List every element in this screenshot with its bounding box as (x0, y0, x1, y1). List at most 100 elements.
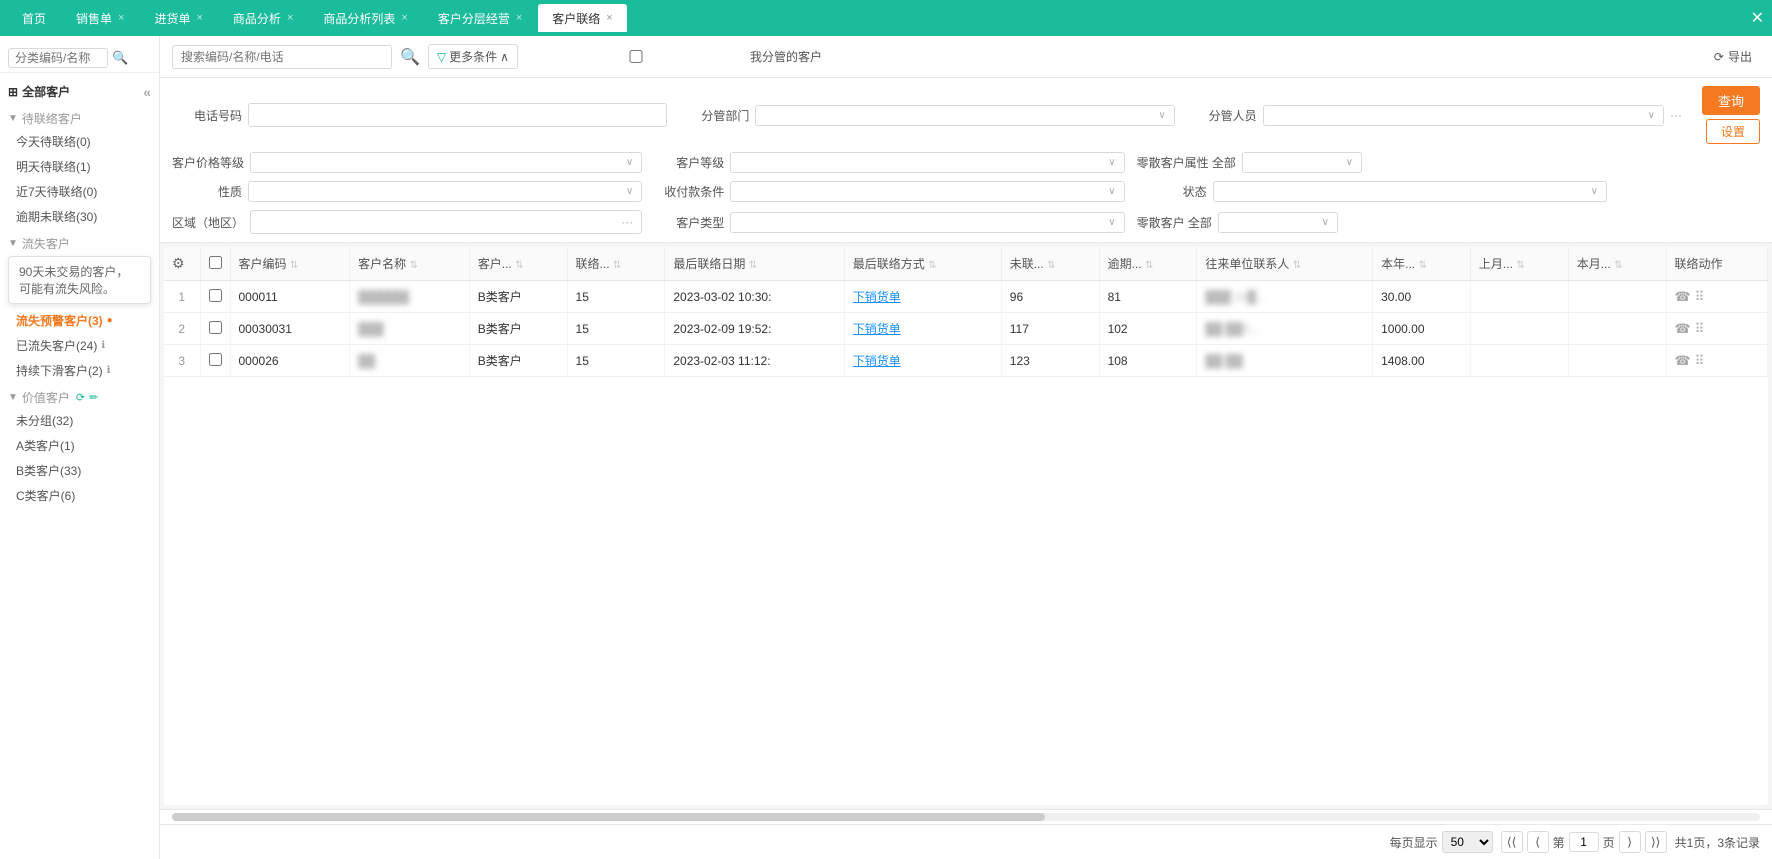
filter-select-region[interactable]: ··· (250, 210, 642, 234)
unit-contact-sort-icon[interactable]: ⇅ (1293, 260, 1301, 271)
col-gear[interactable]: ⚙ (164, 247, 200, 281)
row-action-contact-2[interactable]: ☎ (1675, 353, 1691, 369)
row-last-method-1[interactable]: 下销货单 (844, 313, 1001, 345)
sidebar-search-icon[interactable]: 🔍 (112, 50, 128, 66)
filter-select-customer-level[interactable]: ∨ (730, 152, 1124, 173)
last-month-sort-icon[interactable]: ⇅ (1516, 260, 1524, 271)
select-all-checkbox[interactable] (209, 256, 222, 269)
sidebar-item-class-a[interactable]: A类客户(1) (0, 433, 159, 458)
my-customers-checkbox[interactable] (526, 50, 746, 63)
filter-select-nature[interactable]: ∨ (248, 181, 642, 202)
row-action-2[interactable]: ☎ ⠿ (1666, 345, 1768, 377)
my-customers-checkbox-label[interactable]: 我分管的客户 (526, 48, 822, 65)
row-last-method-0[interactable]: 下销货单 (844, 281, 1001, 313)
code-sort-icon[interactable]: ⇅ (290, 260, 298, 271)
tab-analysis-list-close[interactable]: × (401, 12, 407, 24)
region-more-dots[interactable]: ··· (621, 215, 633, 229)
sidebar-item-declining[interactable]: 持续下滑客户(2) ℹ (0, 358, 159, 383)
per-page-select[interactable]: 50 100 200 (1442, 831, 1493, 853)
row-method-link-1[interactable]: 下销货单 (853, 322, 901, 336)
row-action-more-0[interactable]: ⠿ (1695, 289, 1705, 305)
first-page-btn[interactable]: ⟨⟨ (1501, 831, 1523, 853)
sidebar-item-overdue[interactable]: 逾期未联络(30) (0, 204, 159, 229)
sidebar-item-ungrouped[interactable]: 未分组(32) (0, 408, 159, 433)
last-page-btn[interactable]: ⟩⟩ (1645, 831, 1667, 853)
sidebar-item-churned[interactable]: 已流失客户(24) ℹ (0, 333, 159, 358)
name-sort-icon[interactable]: ⇅ (409, 260, 417, 271)
tab-purchase[interactable]: 进货单 × (140, 4, 216, 32)
row-checkbox-cell-2[interactable] (200, 345, 230, 377)
settings-btn[interactable]: 设置 (1706, 119, 1760, 144)
no-contact-sort-icon[interactable]: ⇅ (1047, 260, 1055, 271)
collapse-btn[interactable]: « (143, 84, 151, 100)
horizontal-scrollbar[interactable] (160, 809, 1772, 824)
col-checkbox-header[interactable] (200, 247, 230, 281)
sidebar-section-pending[interactable]: ▼ 待联络客户 (0, 104, 159, 129)
filter-select-customer-type[interactable]: ∨ (730, 212, 1124, 233)
sidebar-item-tomorrow[interactable]: 明天待联络(1) (0, 154, 159, 179)
filter-select-retail-customer[interactable]: ∨ (1218, 212, 1338, 233)
filter-select-dept[interactable]: ∨ (755, 105, 1174, 126)
tab-customer-contact-close[interactable]: × (606, 12, 612, 24)
sidebar-section-churn[interactable]: ▼ 流失客户 (0, 229, 159, 254)
row-checkbox-cell-0[interactable] (200, 281, 230, 313)
value-refresh-icon[interactable]: ⟳ (76, 391, 85, 404)
tab-purchase-close[interactable]: × (196, 12, 202, 24)
export-btn[interactable]: ⟳ 导出 (1706, 45, 1760, 68)
filter-select-retail-attr[interactable]: ∨ (1242, 152, 1362, 173)
row-action-0[interactable]: ☎ ⠿ (1666, 281, 1768, 313)
filter-select-price-level[interactable]: ∨ (250, 152, 642, 173)
sidebar-item-week[interactable]: 近7天待联络(0) (0, 179, 159, 204)
row-action-1[interactable]: ☎ ⠿ (1666, 313, 1768, 345)
prev-page-btn[interactable]: ⟨ (1527, 831, 1549, 853)
overdue-sort-icon[interactable]: ⇅ (1145, 260, 1153, 271)
all-customers-header[interactable]: ⊞ 全部客户 « (0, 79, 159, 104)
sidebar-search-input[interactable] (8, 48, 108, 68)
person-more-dots[interactable]: ··· (1670, 108, 1682, 122)
value-edit-icon[interactable]: ✏ (89, 391, 98, 404)
row-checkbox-2[interactable] (209, 353, 222, 366)
row-checkbox-1[interactable] (209, 321, 222, 334)
this-year-sort-icon[interactable]: ⇅ (1418, 260, 1426, 271)
tab-customer-seg-close[interactable]: × (516, 12, 522, 24)
sidebar-item-class-b[interactable]: B类客户(33) (0, 458, 159, 483)
tab-customer-seg[interactable]: 客户分层经营 × (424, 4, 536, 32)
tab-sales-close[interactable]: × (118, 12, 124, 24)
row-last-method-2[interactable]: 下销货单 (844, 345, 1001, 377)
row-action-contact-0[interactable]: ☎ (1675, 289, 1691, 305)
query-btn[interactable]: 查询 (1702, 86, 1760, 115)
page-input[interactable] (1569, 832, 1599, 852)
table-gear-icon[interactable]: ⚙ (172, 255, 185, 271)
scroll-thumb[interactable] (172, 813, 1045, 821)
row-method-link-0[interactable]: 下销货单 (853, 290, 901, 304)
sidebar-item-churn-warning[interactable]: 流失预警客户(3) ● (0, 308, 159, 333)
contact-sort-icon[interactable]: ⇅ (613, 260, 621, 271)
row-action-contact-1[interactable]: ☎ (1675, 321, 1691, 337)
filter-select-payment[interactable]: ∨ (730, 181, 1124, 202)
last-date-sort-icon[interactable]: ⇅ (749, 260, 757, 271)
filter-select-status[interactable]: ∨ (1213, 181, 1607, 202)
sidebar-item-today[interactable]: 今天待联络(0) (0, 129, 159, 154)
filter-input-phone[interactable] (248, 103, 667, 127)
tab-analysis-close[interactable]: × (287, 12, 293, 24)
sidebar-item-class-c[interactable]: C类客户(6) (0, 483, 159, 508)
search-btn[interactable]: 🔍 (400, 47, 420, 67)
more-filter-btn[interactable]: ▽ 更多条件 ∧ (428, 44, 518, 69)
row-method-link-2[interactable]: 下销货单 (853, 354, 901, 368)
row-action-more-2[interactable]: ⠿ (1695, 353, 1705, 369)
tab-sales[interactable]: 销售单 × (62, 4, 138, 32)
tab-customer-contact[interactable]: 客户联络 × (538, 4, 626, 32)
last-method-sort-icon[interactable]: ⇅ (928, 260, 936, 271)
this-month-sort-icon[interactable]: ⇅ (1614, 260, 1622, 271)
tab-analysis-list[interactable]: 商品分析列表 × (309, 4, 421, 32)
filter-select-person[interactable]: ∨ (1263, 105, 1664, 126)
tab-home[interactable]: 首页 (8, 4, 60, 32)
tab-analysis[interactable]: 商品分析 × (219, 4, 307, 32)
type-sort-icon[interactable]: ⇅ (515, 260, 523, 271)
row-action-more-1[interactable]: ⠿ (1695, 321, 1705, 337)
row-checkbox-0[interactable] (209, 289, 222, 302)
search-input[interactable] (172, 45, 392, 69)
sidebar-section-value[interactable]: ▼ 价值客户 ⟳ ✏ (0, 383, 159, 408)
next-page-btn[interactable]: ⟩ (1619, 831, 1641, 853)
row-checkbox-cell-1[interactable] (200, 313, 230, 345)
